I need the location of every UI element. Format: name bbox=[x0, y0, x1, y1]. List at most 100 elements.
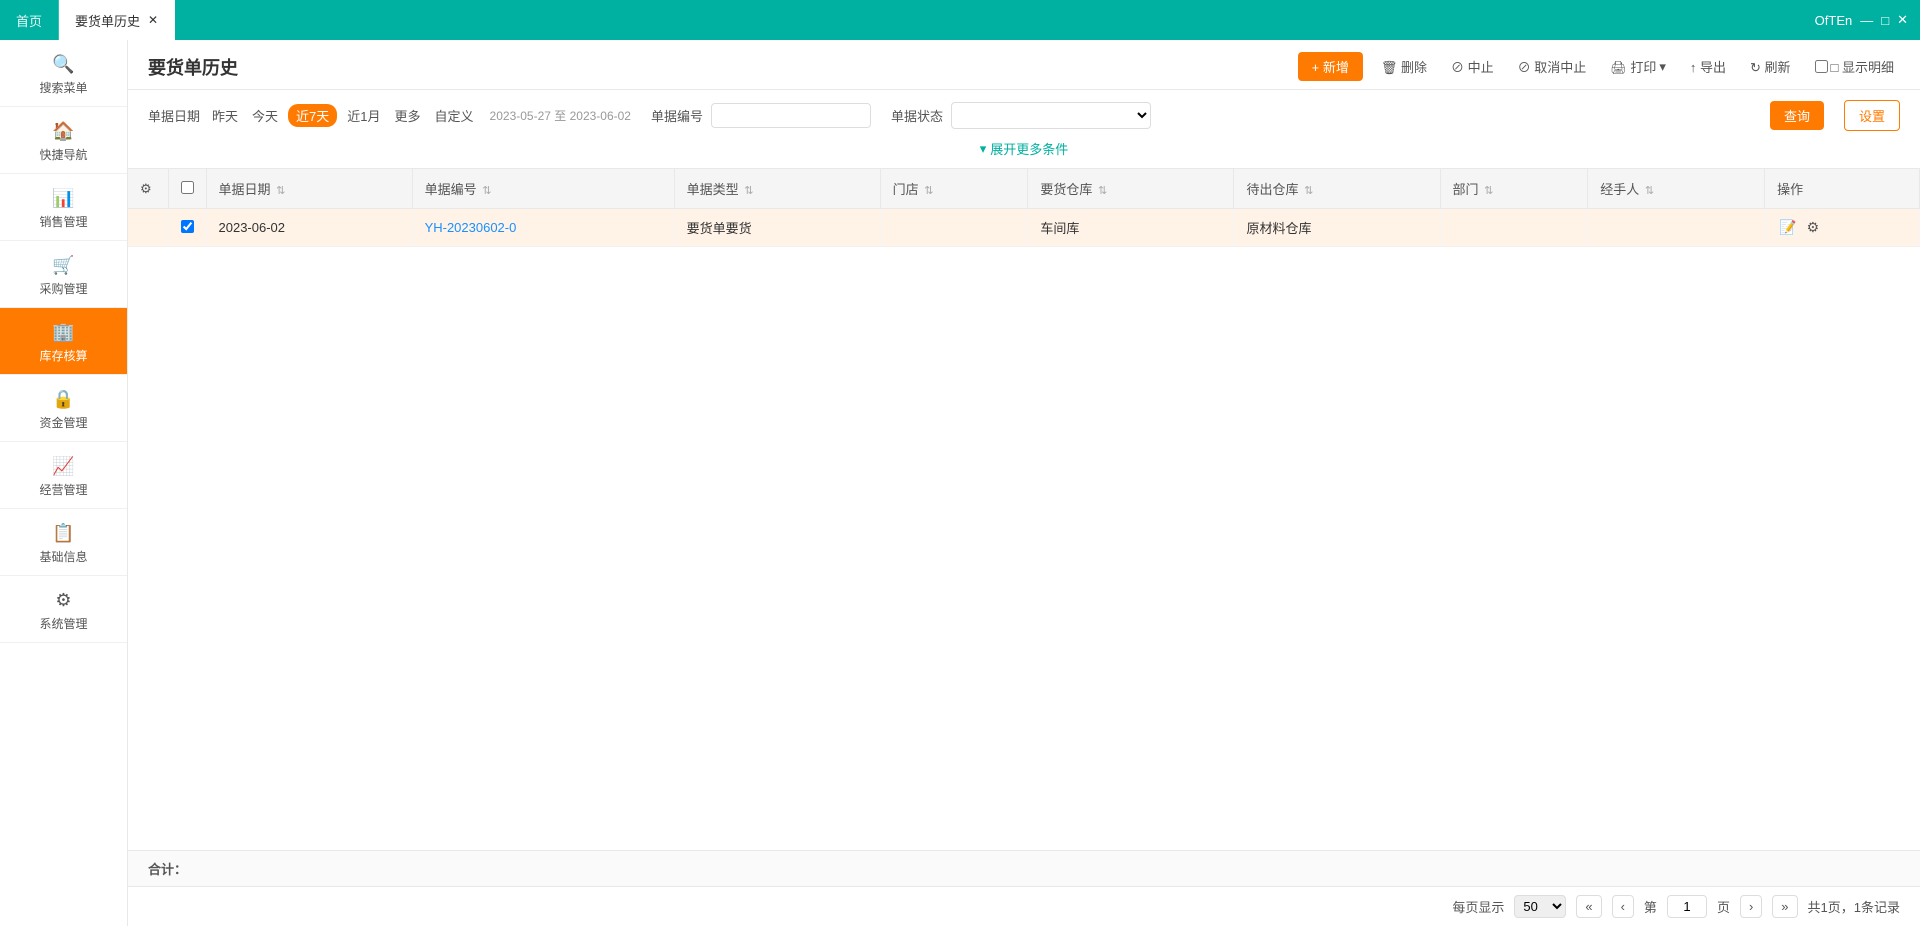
settings-button[interactable]: 设置 bbox=[1844, 100, 1900, 131]
col-pending-warehouse[interactable]: 待出仓库 ⇅ bbox=[1234, 169, 1440, 209]
sys-mgmt-icon: ⚙ bbox=[55, 590, 71, 611]
print-dropdown-icon[interactable]: ▾ bbox=[1659, 59, 1666, 75]
display-detail-button[interactable]: □ 显示明细 bbox=[1809, 53, 1900, 80]
sidebar-item-sales-mgmt[interactable]: 📊 销售管理 bbox=[0, 174, 127, 241]
sidebar-item-inventory[interactable]: 🏢 库存核算 bbox=[0, 308, 127, 375]
display-detail-checkbox[interactable] bbox=[1815, 60, 1828, 73]
sidebar-item-sys-mgmt[interactable]: ⚙ 系统管理 bbox=[0, 576, 127, 643]
next-page-btn[interactable]: › bbox=[1740, 895, 1762, 918]
order-no-link[interactable]: YH-20230602-0 bbox=[425, 220, 517, 235]
row-store bbox=[880, 209, 1028, 247]
date-shortcut-more[interactable]: 更多 bbox=[391, 104, 425, 127]
sidebar-item-base-info[interactable]: 📋 基础信息 bbox=[0, 509, 127, 576]
per-page-select[interactable]: 50 100 bbox=[1514, 895, 1566, 918]
print-button[interactable]: 🖨 打印 ▾ bbox=[1604, 53, 1672, 80]
quick-nav-icon: 🏠 bbox=[52, 121, 74, 142]
col-store-label: 门店 bbox=[893, 182, 919, 197]
row-pending-warehouse: 原材料仓库 bbox=[1234, 209, 1440, 247]
col-order-date[interactable]: 单据日期 ⇅ bbox=[206, 169, 412, 209]
date-range-text: 2023-05-27 至 2023-06-02 bbox=[490, 107, 631, 124]
page-prefix-label: 第 bbox=[1644, 897, 1657, 916]
col-order-no[interactable]: 单据编号 ⇅ bbox=[412, 169, 674, 209]
col-req-warehouse[interactable]: 要货仓库 ⇅ bbox=[1028, 169, 1234, 209]
delete-button[interactable]: 🗑 删除 bbox=[1375, 53, 1433, 80]
table-row: 2023-06-02 YH-20230602-0 要货单要货 车间库 原材料仓库… bbox=[128, 209, 1920, 247]
search-menu-icon: 🔍 bbox=[52, 54, 74, 75]
prev-page-btn[interactable]: ‹ bbox=[1612, 895, 1634, 918]
filter-row: 单据日期 昨天 今天 近7天 近1月 更多 自定义 2023-05-27 至 2… bbox=[148, 100, 1900, 131]
export-button[interactable]: ↑ 导出 bbox=[1684, 53, 1732, 80]
date-shortcut-1month[interactable]: 近1月 bbox=[343, 104, 384, 127]
inventory-icon: 🏢 bbox=[52, 322, 74, 343]
row-order-no: YH-20230602-0 bbox=[412, 209, 674, 247]
select-all-checkbox[interactable] bbox=[181, 181, 194, 194]
sort-order-type-icon[interactable]: ⇅ bbox=[744, 185, 753, 197]
table-footer: 合计： bbox=[128, 850, 1920, 886]
sidebar-item-finance-mgmt[interactable]: 🔒 资金管理 bbox=[0, 375, 127, 442]
status-filter-group: 单据状态 bbox=[891, 102, 1151, 129]
row-order-type: 要货单要货 bbox=[674, 209, 880, 247]
col-order-no-label: 单据编号 bbox=[425, 182, 477, 197]
page-input[interactable] bbox=[1667, 895, 1707, 918]
data-table: ⚙ 单据日期 ⇅ 单据编号 ⇅ 单据类型 bbox=[128, 169, 1920, 247]
last-page-btn[interactable]: » bbox=[1772, 895, 1797, 918]
date-shortcut-7days[interactable]: 近7天 bbox=[288, 104, 337, 127]
maximize-btn[interactable]: □ bbox=[1881, 13, 1889, 28]
sidebar-item-finance-mgmt-label: 资金管理 bbox=[39, 414, 87, 431]
sort-store-icon[interactable]: ⇅ bbox=[924, 185, 933, 197]
tab-home-label: 首页 bbox=[16, 11, 42, 30]
tab-order-history[interactable]: 要货单历史 ✕ bbox=[59, 0, 175, 40]
col-settings[interactable]: ⚙ bbox=[128, 169, 168, 209]
window-controls: OfTEn — □ ✕ bbox=[1815, 12, 1920, 28]
filter-bar: 单据日期 昨天 今天 近7天 近1月 更多 自定义 2023-05-27 至 2… bbox=[128, 90, 1920, 169]
sidebar: 🔍 搜索菜单 🏠 快捷导航 📊 销售管理 🛒 采购管理 🏢 库存核算 🔒 资金管… bbox=[0, 40, 128, 926]
stop-button[interactable]: ⊘ 中止 bbox=[1445, 53, 1500, 80]
first-page-btn[interactable]: « bbox=[1576, 895, 1601, 918]
new-button[interactable]: + 新增 bbox=[1298, 52, 1363, 81]
close-window-btn[interactable]: ✕ bbox=[1897, 12, 1908, 28]
sidebar-item-sales-mgmt-label: 销售管理 bbox=[39, 213, 87, 230]
row-checkbox[interactable] bbox=[181, 220, 194, 233]
row-edit-btn[interactable]: 📝 bbox=[1777, 217, 1798, 238]
sort-department-icon[interactable]: ⇅ bbox=[1484, 185, 1493, 197]
status-select[interactable] bbox=[951, 102, 1151, 129]
pagination-summary: 共1页，1条记录 bbox=[1808, 897, 1900, 916]
page-title: 要货单历史 bbox=[148, 54, 238, 80]
date-shortcut-today[interactable]: 今天 bbox=[248, 104, 282, 127]
row-delete-btn[interactable]: ⚙ bbox=[1805, 217, 1822, 238]
table-area: ⚙ 单据日期 ⇅ 单据编号 ⇅ 单据类型 bbox=[128, 169, 1920, 850]
sort-order-date-icon[interactable]: ⇅ bbox=[276, 185, 285, 197]
sidebar-item-ops-mgmt[interactable]: 📈 经营管理 bbox=[0, 442, 127, 509]
tab-order-history-label: 要货单历史 bbox=[75, 11, 140, 30]
sidebar-item-quick-nav[interactable]: 🏠 快捷导航 bbox=[0, 107, 127, 174]
sort-req-warehouse-icon[interactable]: ⇅ bbox=[1098, 185, 1107, 197]
sort-handler-icon[interactable]: ⇅ bbox=[1645, 185, 1654, 197]
per-page-label: 每页显示 bbox=[1452, 897, 1504, 916]
expand-more-btn[interactable]: ▾ 展开更多条件 bbox=[148, 139, 1900, 158]
order-no-filter-group: 单据编号 bbox=[651, 103, 871, 128]
query-button[interactable]: 查询 bbox=[1770, 101, 1824, 130]
minimize-btn[interactable]: — bbox=[1860, 13, 1873, 28]
tab-home[interactable]: 首页 bbox=[0, 0, 59, 40]
cancel-stop-button[interactable]: ⊘ 取消中止 bbox=[1512, 53, 1593, 80]
row-checkbox-cell bbox=[168, 209, 206, 247]
sort-order-no-icon[interactable]: ⇅ bbox=[482, 185, 491, 197]
col-checkbox bbox=[168, 169, 206, 209]
date-shortcut-yesterday[interactable]: 昨天 bbox=[208, 104, 242, 127]
sidebar-item-search-menu[interactable]: 🔍 搜索菜单 bbox=[0, 40, 127, 107]
sidebar-item-purchase-mgmt[interactable]: 🛒 采购管理 bbox=[0, 241, 127, 308]
order-no-input[interactable] bbox=[711, 103, 871, 128]
date-shortcut-custom[interactable]: 自定义 bbox=[431, 104, 478, 127]
sort-pending-warehouse-icon[interactable]: ⇅ bbox=[1304, 185, 1313, 197]
page-header: 要货单历史 + 新增 🗑 删除 ⊘ 中止 ⊘ 取消中止 🖨 打印 ▾ ↑ 导出 … bbox=[128, 40, 1920, 90]
close-tab-icon[interactable]: ✕ bbox=[148, 13, 158, 27]
col-handler[interactable]: 经手人 ⇅ bbox=[1588, 169, 1765, 209]
col-order-type[interactable]: 单据类型 ⇅ bbox=[674, 169, 880, 209]
date-filter-group: 单据日期 昨天 今天 近7天 近1月 更多 自定义 2023-05-27 至 2… bbox=[148, 104, 631, 127]
col-store[interactable]: 门店 ⇅ bbox=[880, 169, 1028, 209]
ops-mgmt-icon: 📈 bbox=[52, 456, 74, 477]
col-department[interactable]: 部门 ⇅ bbox=[1440, 169, 1588, 209]
expand-more-icon: ▾ bbox=[980, 141, 987, 157]
refresh-button[interactable]: ↻ 刷新 bbox=[1744, 53, 1797, 80]
row-order-date: 2023-06-02 bbox=[206, 209, 412, 247]
